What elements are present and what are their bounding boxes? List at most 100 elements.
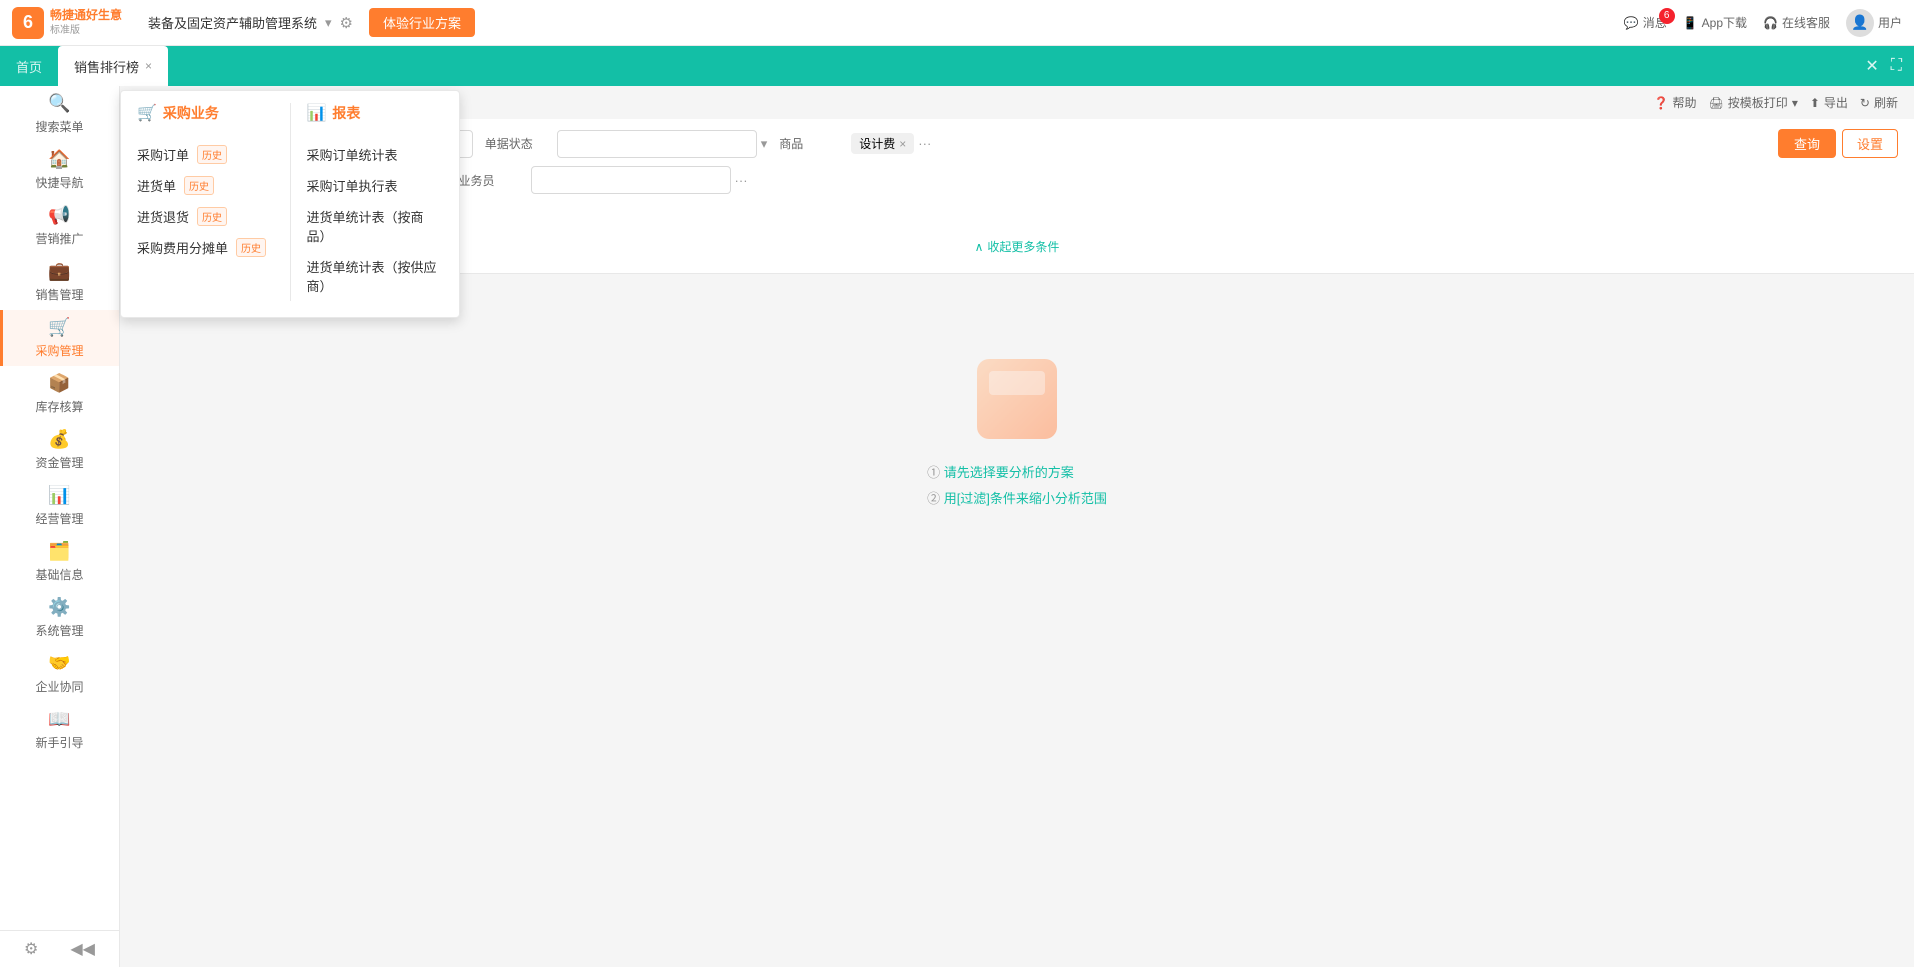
tab-home[interactable]: 首页 xyxy=(0,46,58,86)
sidebar-label-nav: 快捷导航 xyxy=(35,174,83,191)
empty-text: ① 请先选择要分析的方案 ② 用[过滤]条件来缩小分析范围 xyxy=(927,460,1107,512)
purchase-report-title: 📊 报表 xyxy=(307,103,444,129)
setting-btn[interactable]: 设置 xyxy=(1842,129,1898,158)
tab-close-icon[interactable]: ✕ xyxy=(1865,56,1878,76)
menu-item-label: 采购订单统计表 xyxy=(307,145,398,164)
sidebar-label-operations: 经营管理 xyxy=(35,510,83,527)
menu-item-label: 进货单统计表（按供应商） xyxy=(307,257,444,295)
sidebar-item-collab[interactable]: 🤝 企业协同 xyxy=(0,646,119,702)
gear-icon[interactable]: ⚙ xyxy=(340,14,353,32)
search-icon: 🔍 xyxy=(48,93,70,114)
sidebar-label-sales: 销售管理 xyxy=(35,286,83,303)
goods-more-icon[interactable]: ··· xyxy=(918,136,931,151)
hist-tag: 历史 xyxy=(184,176,214,195)
top-header: 6 畅捷通好生意 标准版 装备及固定资产辅助管理系统 ▾ ⚙ 体验行业方案 💬 … xyxy=(0,0,1914,46)
salesman-input[interactable] xyxy=(531,166,731,194)
empty-hint-2: ② 用[过滤]条件来缩小分析范围 xyxy=(927,486,1107,512)
export-icon: ⬆ xyxy=(1810,96,1820,110)
goods-filter-label: 商品 xyxy=(779,135,839,152)
sidebar-item-inventory[interactable]: 📦 库存核算 xyxy=(0,366,119,422)
tab-right-icons: ✕ ⛶ xyxy=(1865,56,1914,76)
message-icon-item[interactable]: 💬 消息 6 xyxy=(1624,14,1667,31)
headset-icon: 🎧 xyxy=(1763,16,1778,30)
refresh-icon: ↻ xyxy=(1860,96,1870,110)
sidebar-label-purchase: 采购管理 xyxy=(35,342,83,359)
help-icon: ❓ xyxy=(1654,96,1669,110)
avatar: 👤 xyxy=(1846,9,1874,37)
menu-item-return-order[interactable]: 进货退货 历史 xyxy=(137,201,274,232)
salesman-filter-label: 业务员 xyxy=(459,172,519,189)
menu-item-label: 进货单统计表（按商品） xyxy=(307,207,444,245)
export-btn[interactable]: ⬆ 导出 xyxy=(1810,94,1848,111)
sidebar-item-guide[interactable]: 📖 新手引导 xyxy=(0,702,119,758)
sidebar-item-marketing[interactable]: 📢 营销推广 xyxy=(0,198,119,254)
sidebar-label-finance: 资金管理 xyxy=(35,454,83,471)
menu-item-order-stats[interactable]: 采购订单统计表 xyxy=(307,139,444,170)
app-download-item[interactable]: 📱 App下载 xyxy=(1683,14,1747,31)
sidebar-label-marketing: 营销推广 xyxy=(35,230,83,247)
sidebar-item-finance[interactable]: 💰 资金管理 xyxy=(0,422,119,478)
menu-item-receive-stats-goods[interactable]: 进货单统计表（按商品） xyxy=(307,201,444,251)
sidebar-item-operations[interactable]: 📊 经营管理 xyxy=(0,478,119,534)
empty-robot-img xyxy=(977,359,1057,439)
goods-tag-close[interactable]: × xyxy=(899,137,906,151)
tab-bar: 首页 销售排行榜 × ✕ ⛶ xyxy=(0,46,1914,86)
menu-item-label: 采购订单执行表 xyxy=(307,176,398,195)
menu-item-receive-stats-supplier[interactable]: 进货单统计表（按供应商） xyxy=(307,251,444,301)
menu-item-purchase-order[interactable]: 采购订单 历史 xyxy=(137,139,274,170)
salesman-more-icon[interactable]: ··· xyxy=(735,173,748,188)
inventory-icon: 📦 xyxy=(48,373,70,394)
system-title-area: 装备及固定资产辅助管理系统 ▾ ⚙ 体验行业方案 xyxy=(148,8,1624,37)
online-service-label: 在线客服 xyxy=(1782,14,1830,31)
dropdown-col-report: 📊 报表 采购订单统计表 采购订单执行表 进货单统计表（按商品） 进货单统计表（… xyxy=(291,103,460,301)
refresh-btn[interactable]: ↻ 刷新 xyxy=(1860,94,1898,111)
voucher-status-input[interactable] xyxy=(557,130,757,158)
logo-icon: 6 xyxy=(12,7,44,39)
collapse-btn[interactable]: ∧ 收起更多条件 xyxy=(975,238,1060,255)
dropdown-col-business: 🛒 采购业务 采购订单 历史 进货单 历史 进货退货 历史 xyxy=(121,103,291,301)
sidebar-item-basic[interactable]: 🗂️ 基础信息 xyxy=(0,534,119,590)
sidebar-item-sales[interactable]: 💼 销售管理 xyxy=(0,254,119,310)
menu-item-label: 进货退货 xyxy=(137,207,189,226)
empty-state: ① 请先选择要分析的方案 ② 用[过滤]条件来缩小分析范围 xyxy=(120,274,1914,592)
print-btn[interactable]: 🖨 按模板打印 ▾ xyxy=(1709,94,1798,111)
app-download-label: App下载 xyxy=(1702,14,1747,31)
sidebar-label-basic: 基础信息 xyxy=(35,566,83,583)
sidebar-label-collab: 企业协同 xyxy=(35,678,83,695)
system-title-text: 装备及固定资产辅助管理系统 xyxy=(148,13,317,32)
operations-icon: 📊 xyxy=(48,485,70,506)
collapse-sidebar-icon[interactable]: ◀◀ xyxy=(70,939,95,959)
logo-area: 6 畅捷通好生意 标准版 xyxy=(12,7,132,39)
menu-item-order-exec[interactable]: 采购订单执行表 xyxy=(307,170,444,201)
sidebar-item-nav[interactable]: 🏠 快捷导航 xyxy=(0,142,119,198)
home-icon: 🏠 xyxy=(48,149,70,170)
print-icon: 🖨 xyxy=(1709,96,1724,110)
menu-item-label: 采购费用分摊单 xyxy=(137,238,228,257)
sidebar-item-search[interactable]: 🔍 搜索菜单 xyxy=(0,86,119,142)
help-btn[interactable]: ❓ 帮助 xyxy=(1654,94,1697,111)
settings-bottom-icon[interactable]: ⚙ xyxy=(24,939,38,959)
menu-item-expense-order[interactable]: 采购费用分摊单 历史 xyxy=(137,232,274,263)
user-item[interactable]: 👤 用户 xyxy=(1846,9,1902,37)
sidebar-label-guide: 新手引导 xyxy=(35,734,83,751)
query-btn[interactable]: 查询 xyxy=(1778,129,1836,158)
online-service-item[interactable]: 🎧 在线客服 xyxy=(1763,14,1830,31)
tab-sales-rank[interactable]: 销售排行榜 × xyxy=(58,46,168,86)
system-dropdown-arrow[interactable]: ▾ xyxy=(325,15,332,31)
sidebar-item-system[interactable]: ⚙️ 系统管理 xyxy=(0,590,119,646)
system-icon: ⚙️ xyxy=(48,597,70,618)
tab-maximize-icon[interactable]: ⛶ xyxy=(1891,57,1902,75)
menu-item-receive-order[interactable]: 进货单 历史 xyxy=(137,170,274,201)
header-right: 💬 消息 6 📱 App下载 🎧 在线客服 👤 用户 xyxy=(1624,9,1902,37)
industry-btn[interactable]: 体验行业方案 xyxy=(369,8,475,37)
business-title-icon: 🛒 xyxy=(137,103,157,123)
goods-tag-label: 设计费 xyxy=(859,135,895,152)
sales-icon: 💼 xyxy=(48,261,70,282)
hist-tag: 历史 xyxy=(197,207,227,226)
goods-tag-item: 设计费 × xyxy=(851,133,914,154)
logo-line2: 标准版 xyxy=(50,24,122,37)
sidebar-item-purchase[interactable]: 🛒 采购管理 xyxy=(0,310,119,366)
voucher-status-dropdown[interactable]: ▾ xyxy=(761,136,768,152)
message-badge: 6 xyxy=(1659,8,1675,24)
tab-close-btn[interactable]: × xyxy=(145,59,152,73)
